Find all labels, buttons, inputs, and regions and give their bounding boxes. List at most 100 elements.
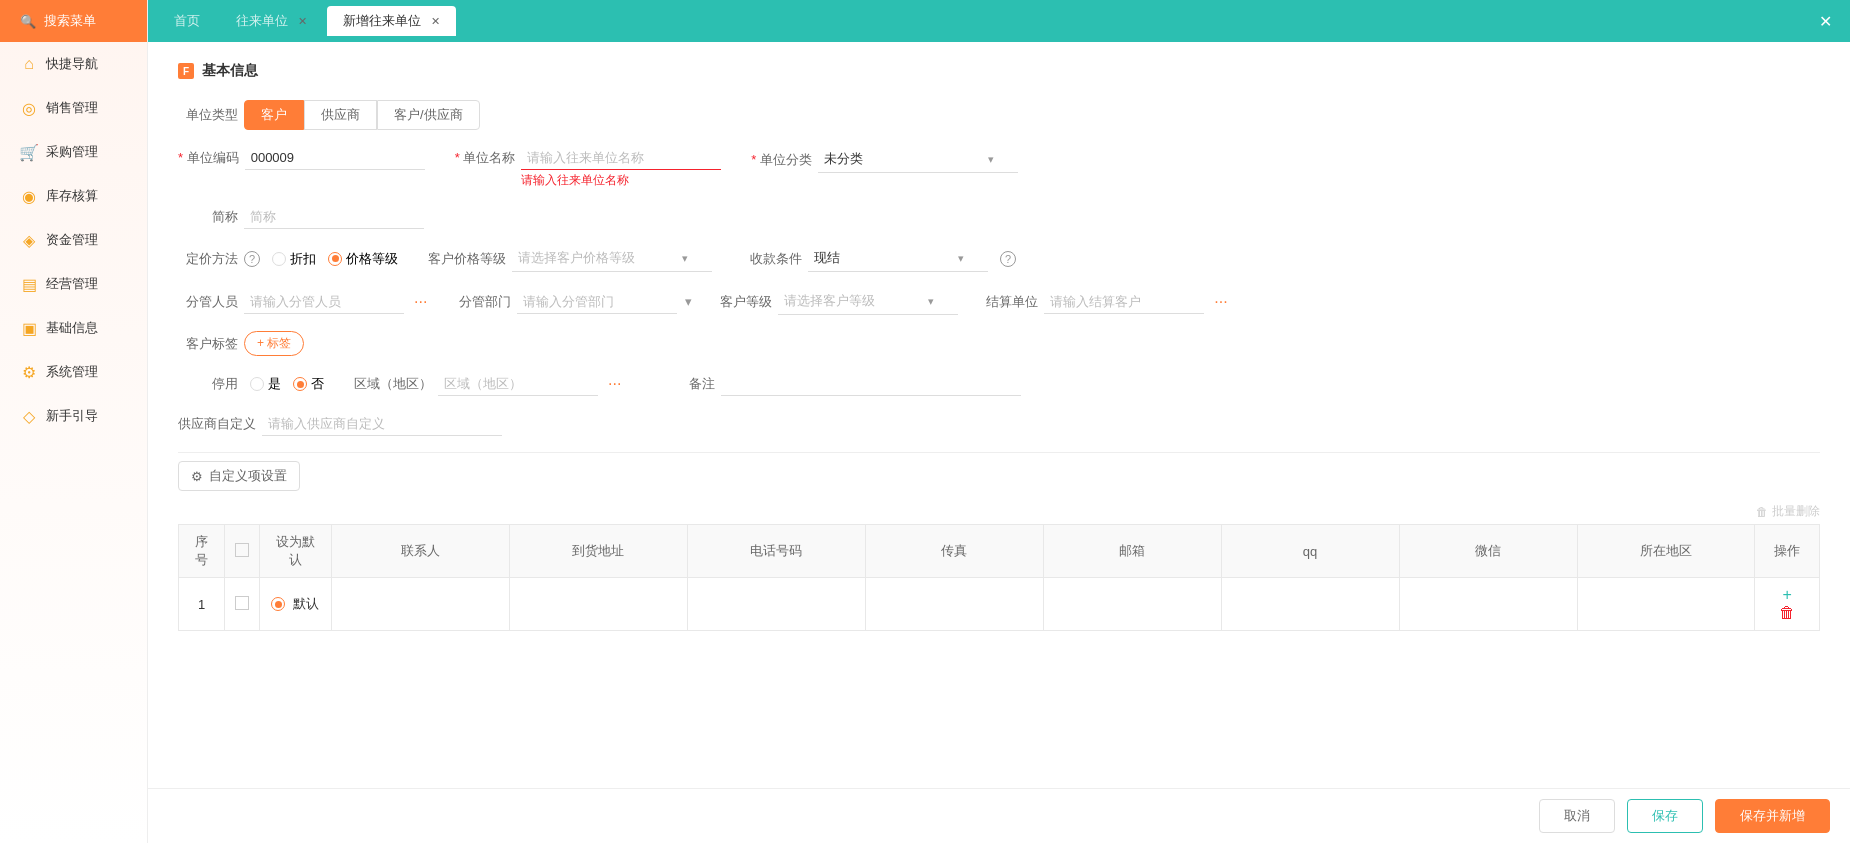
- pricing-discount-radio: [272, 252, 286, 266]
- pricing-discount-option[interactable]: 折扣: [272, 250, 316, 268]
- unit-type-group: 客户 供应商 客户/供应商: [244, 100, 480, 130]
- settlement-unit-input[interactable]: [1044, 290, 1204, 314]
- unit-name-wrapper: 单位名称 请输入往来单位名称: [455, 146, 722, 189]
- basic-icon: ▣: [20, 319, 38, 337]
- disabled-no-label: 否: [311, 375, 324, 393]
- sidebar-item-inventory[interactable]: ◉ 库存核算: [0, 174, 147, 218]
- unit-category-select[interactable]: 未分类 ▾: [818, 146, 1018, 173]
- row-contact[interactable]: [331, 578, 509, 631]
- pricing-discount-label: 折扣: [290, 250, 316, 268]
- disabled-no-option[interactable]: 否: [293, 375, 324, 393]
- customer-level-placeholder: 请选择客户等级: [784, 292, 875, 310]
- manager-ellipsis-btn[interactable]: ···: [410, 293, 431, 311]
- custom-settings-btn[interactable]: ⚙ 自定义项设置: [178, 461, 300, 491]
- tab-partner-close[interactable]: ✕: [298, 15, 307, 28]
- unit-type-supplier-btn[interactable]: 供应商: [304, 100, 377, 130]
- row-check[interactable]: [225, 578, 260, 631]
- row-default-radio[interactable]: 默认: [270, 595, 321, 613]
- purchase-icon: 🛒: [20, 143, 38, 161]
- tab-new-partner-close[interactable]: ✕: [431, 15, 440, 28]
- tab-new-partner-label: 新增往来单位: [343, 12, 421, 30]
- row-checkbox[interactable]: [235, 596, 249, 610]
- add-tag-btn[interactable]: + 标签: [244, 331, 304, 356]
- customer-level-select[interactable]: 请选择客户等级 ▾: [778, 288, 958, 315]
- row-address[interactable]: [509, 578, 687, 631]
- region-ellipsis-btn[interactable]: ···: [604, 375, 625, 393]
- sidebar-label-basic: 基础信息: [46, 319, 98, 337]
- customer-price-level-select[interactable]: 请选择客户价格等级 ▾: [512, 245, 712, 272]
- unit-name-input[interactable]: [521, 146, 721, 170]
- section-title: 基本信息: [202, 62, 258, 80]
- row-fax[interactable]: [865, 578, 1043, 631]
- form-divider: [178, 452, 1820, 453]
- batch-delete-label: 批量删除: [1772, 503, 1820, 520]
- manager-field: 分管人员 ···: [178, 290, 431, 314]
- row-area-input[interactable]: [1588, 597, 1745, 612]
- sidebar-item-operations[interactable]: ▤ 经营管理: [0, 262, 147, 306]
- select-all-checkbox[interactable]: [235, 543, 249, 557]
- disabled-yes-option[interactable]: 是: [250, 375, 281, 393]
- sidebar-item-purchase[interactable]: 🛒 采购管理: [0, 130, 147, 174]
- payment-terms-value: 现结: [814, 249, 840, 267]
- row-qq-input[interactable]: [1232, 597, 1389, 612]
- sidebar-label-quick-nav: 快捷导航: [46, 55, 98, 73]
- row-email-input[interactable]: [1054, 597, 1211, 612]
- abbreviation-input[interactable]: [244, 205, 424, 229]
- unit-type-customer-btn[interactable]: 客户: [244, 100, 304, 130]
- tab-new-partner[interactable]: 新增往来单位 ✕: [327, 6, 456, 36]
- sidebar-item-quick-nav[interactable]: ⌂ 快捷导航: [0, 42, 147, 86]
- supplier-custom-input[interactable]: [262, 412, 502, 436]
- sidebar-item-system[interactable]: ⚙ 系统管理: [0, 350, 147, 394]
- disabled-field: 停用 是 否: [178, 375, 324, 393]
- row-address-input[interactable]: [520, 597, 677, 612]
- row-wechat[interactable]: [1399, 578, 1577, 631]
- col-fax: 传真: [865, 525, 1043, 578]
- settlement-unit-ellipsis-btn[interactable]: ···: [1210, 293, 1231, 311]
- manager-input[interactable]: [244, 290, 404, 314]
- col-default: 设为默认: [260, 525, 332, 578]
- tab-bar-close-all[interactable]: ✕: [1811, 8, 1840, 35]
- row-area[interactable]: [1577, 578, 1755, 631]
- remark-label: 备注: [655, 375, 715, 393]
- sidebar-item-newbie[interactable]: ◇ 新手引导: [0, 394, 147, 438]
- sidebar-label-sales: 销售管理: [46, 99, 98, 117]
- abbreviation-label: 简称: [178, 208, 238, 226]
- tab-home[interactable]: 首页: [158, 6, 216, 36]
- sidebar-item-sales[interactable]: ◎ 销售管理: [0, 86, 147, 130]
- save-new-button[interactable]: 保存并新增: [1715, 799, 1830, 833]
- unit-type-both-btn[interactable]: 客户/供应商: [377, 100, 480, 130]
- batch-delete-icon: 🗑: [1756, 505, 1768, 519]
- unit-category-arrow: ▾: [988, 153, 994, 166]
- department-input[interactable]: [517, 290, 677, 314]
- row-wechat-input[interactable]: [1410, 597, 1567, 612]
- row-fax-input[interactable]: [876, 597, 1033, 612]
- pricing-help-icon[interactable]: ?: [244, 251, 260, 267]
- row-phone-input[interactable]: [698, 597, 855, 612]
- unit-code-input[interactable]: [245, 146, 425, 170]
- unit-name-error: 请输入往来单位名称: [521, 172, 722, 189]
- row-default[interactable]: 默认: [260, 578, 332, 631]
- remark-input[interactable]: [721, 372, 1021, 396]
- row-qq[interactable]: [1221, 578, 1399, 631]
- payment-terms-select[interactable]: 现结 ▾: [808, 245, 988, 272]
- row-email[interactable]: [1043, 578, 1221, 631]
- payment-terms-field: 收款条件 现结 ▾ ?: [742, 245, 1016, 272]
- row-contact-input[interactable]: [342, 597, 499, 612]
- settlement-unit-field: 结算单位 ···: [978, 290, 1231, 314]
- tab-partner[interactable]: 往来单位 ✕: [220, 6, 323, 36]
- del-row-btn[interactable]: 🗑: [1775, 604, 1799, 622]
- remark-field: 备注: [655, 372, 1021, 396]
- payment-terms-help-icon[interactable]: ?: [1000, 251, 1016, 267]
- cancel-button[interactable]: 取消: [1539, 799, 1615, 833]
- add-row-btn[interactable]: +: [1779, 586, 1796, 604]
- save-button[interactable]: 保存: [1627, 799, 1703, 833]
- row-phone[interactable]: [687, 578, 865, 631]
- sidebar-item-finance[interactable]: ◈ 资金管理: [0, 218, 147, 262]
- finance-icon: ◈: [20, 231, 38, 249]
- col-qq: qq: [1221, 525, 1399, 578]
- region-input[interactable]: [438, 372, 598, 396]
- col-phone: 电话号码: [687, 525, 865, 578]
- pricing-level-option[interactable]: 价格等级: [328, 250, 398, 268]
- search-menu-btn[interactable]: 🔍 搜索菜单: [0, 0, 147, 42]
- sidebar-item-basic[interactable]: ▣ 基础信息: [0, 306, 147, 350]
